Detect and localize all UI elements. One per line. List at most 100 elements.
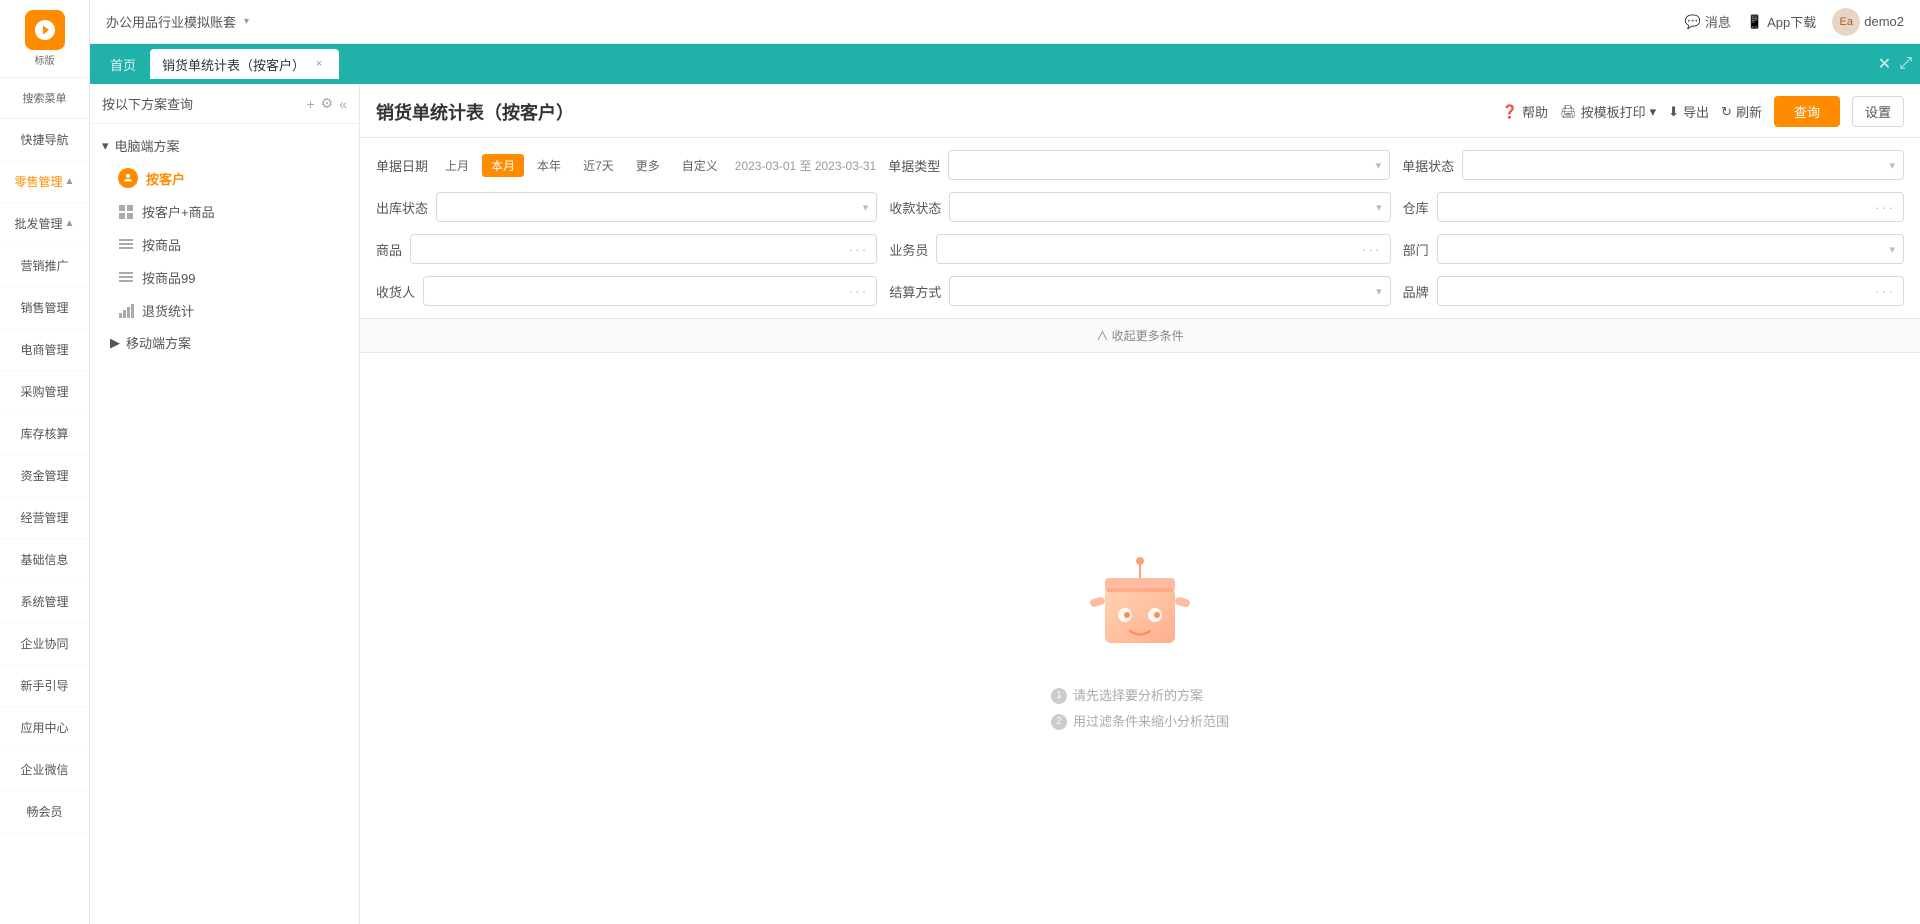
settlement-select[interactable]: ▾ (949, 276, 1390, 306)
page-header: 销货单统计表（按客户） ❓ 帮助 🖨 按模板打印 ▾ ⬇ 导出 (360, 84, 1920, 138)
date-tab-custom[interactable]: 自定义 (673, 154, 727, 177)
date-tab-7days[interactable]: 近7天 (574, 154, 623, 177)
page-title: 销货单统计表（按客户） (376, 99, 574, 125)
wholesale-arrow: ▲ (65, 218, 75, 229)
empty-tip-2-text: 用过滤条件来缩小分析范围 (1073, 709, 1229, 735)
date-tab-this-year[interactable]: 本年 (528, 154, 570, 177)
sidebar-item-operations[interactable]: 经营管理 (0, 497, 89, 539)
tree-item-by-goods99[interactable]: 按商品99 (90, 261, 359, 294)
out-status-chevron: ▾ (863, 201, 869, 214)
date-tab-this-month[interactable]: 本月 (482, 154, 524, 177)
order-type-select[interactable]: ▾ (948, 150, 1390, 180)
search-menu-button[interactable]: 搜索菜单 (15, 86, 75, 110)
customer-icon (118, 168, 138, 188)
receiver-select[interactable]: ··· (423, 276, 877, 306)
download-icon: 📱 (1747, 14, 1763, 30)
collapse-filter-label: ∧ 收起更多条件 (1096, 329, 1183, 343)
message-icon: 💬 (1685, 14, 1701, 30)
warehouse-select[interactable]: ··· (1437, 192, 1904, 222)
date-label: 单据日期 (376, 156, 428, 175)
goods-select[interactable]: ··· (410, 234, 877, 264)
refresh-button[interactable]: ↻ 刷新 (1721, 102, 1762, 121)
tab-sales-stats[interactable]: 销货单统计表（按客户） × (150, 49, 339, 79)
mobile-group-header[interactable]: ▶ 移动端方案 (90, 327, 359, 358)
settlement-label: 结算方式 (889, 282, 941, 301)
sidebar-item-member[interactable]: 畅会员 (0, 791, 89, 833)
main-area: 办公用品行业模拟账套 ▾ 💬 消息 📱 App下载 Ea demo2 首页 (90, 0, 1920, 924)
header-title: 办公用品行业模拟账套 (106, 12, 236, 31)
brand-select[interactable]: ··· (1437, 276, 1904, 306)
order-status-select[interactable]: ▾ (1462, 150, 1904, 180)
tree-item-by-goods[interactable]: 按商品 (90, 228, 359, 261)
date-tab-more[interactable]: 更多 (627, 154, 669, 177)
close-window-icon[interactable]: ✕ (1878, 54, 1891, 74)
retail-arrow: ▲ (65, 176, 75, 187)
print-label: 按模板打印 (1581, 102, 1646, 121)
content-area: 按以下方案查询 + ⚙ « ▾ 电脑端方案 (90, 84, 1920, 924)
sidebar-item-purchase[interactable]: 采购管理 (0, 371, 89, 413)
sidebar-item-inventory[interactable]: 库存核算 (0, 413, 89, 455)
collection-status-label: 收款状态 (889, 198, 941, 217)
settlement-chevron: ▾ (1376, 285, 1382, 298)
desktop-group-header[interactable]: ▾ 电脑端方案 (90, 130, 359, 161)
user-avatar-text: Ea (1840, 16, 1853, 28)
sidebar-item-wholesale[interactable]: 批发管理 ▲ (0, 203, 89, 245)
collapse-filter-bar[interactable]: ∧ 收起更多条件 (360, 319, 1920, 353)
tree-item-by-customer-label: 按客户 (146, 169, 185, 188)
sidebar-item-retail[interactable]: 零售管理 ▲ (0, 161, 89, 203)
sidebar-item-quicknav[interactable]: 快捷导航 (0, 119, 89, 161)
sidebar-item-sales[interactable]: 销售管理 (0, 287, 89, 329)
sidebar-search[interactable]: 搜索菜单 (0, 78, 89, 119)
date-filter-cell: 单据日期 上月 本月 本年 近7天 更多 自定义 2023-03-01 至 20… (376, 154, 876, 177)
sidebar-item-ecommerce[interactable]: 电商管理 (0, 329, 89, 371)
department-select[interactable]: ▾ (1437, 234, 1904, 264)
mobile-group-label: 移动端方案 (126, 333, 191, 352)
settlement-cell: 结算方式 ▾ (889, 276, 1390, 306)
sidebar-item-basic[interactable]: 基础信息 (0, 539, 89, 581)
collection-status-chevron: ▾ (1376, 201, 1382, 214)
tip-num-1: 1 (1051, 688, 1067, 704)
sidebar-item-newbie[interactable]: 新手引导 (0, 665, 89, 707)
header-title-dropdown[interactable]: ▾ (244, 16, 249, 27)
tree-item-by-customer[interactable]: 按客户 (90, 161, 359, 195)
sidebar-logo: 标版 (0, 0, 89, 78)
receiver-label: 收货人 (376, 282, 415, 301)
collection-status-select[interactable]: ▾ (949, 192, 1390, 222)
filter-settings-button[interactable]: 设置 (1852, 96, 1904, 127)
app-download-button[interactable]: 📱 App下载 (1747, 12, 1816, 31)
empty-tip-2: 2 用过滤条件来缩小分析范围 (1051, 709, 1229, 735)
left-panel-title: 按以下方案查询 (102, 94, 193, 113)
header-right: 💬 消息 📱 App下载 Ea demo2 (1685, 8, 1904, 36)
tree-item-by-goods99-label: 按商品99 (142, 268, 195, 287)
print-dropdown-icon[interactable]: ▾ (1650, 104, 1657, 120)
sidebar-item-system[interactable]: 系统管理 (0, 581, 89, 623)
message-button[interactable]: 💬 消息 (1685, 12, 1731, 31)
export-icon: ⬇ (1668, 104, 1679, 120)
sidebar-item-wechat[interactable]: 企业微信 (0, 749, 89, 791)
print-button[interactable]: 🖨 按模板打印 ▾ (1560, 102, 1656, 121)
maximize-window-icon[interactable]: ⤢ (1899, 55, 1912, 73)
user-avatar: Ea (1832, 8, 1860, 36)
tab-bar: 首页 销货单统计表（按客户） × ✕ ⤢ (90, 44, 1920, 84)
date-tab-last-month[interactable]: 上月 (436, 154, 478, 177)
salesman-select[interactable]: ··· (936, 234, 1390, 264)
sidebar-item-enterprise[interactable]: 企业协同 (0, 623, 89, 665)
tab-home[interactable]: 首页 (98, 49, 148, 79)
tab-close-button[interactable]: × (311, 56, 327, 72)
query-button[interactable]: 查询 (1774, 96, 1840, 127)
settings-scheme-button[interactable]: ⚙ (321, 95, 334, 112)
tree-item-return-stats-label: 退货统计 (142, 301, 194, 320)
tree-item-by-customer-goods[interactable]: 按客户+商品 (90, 195, 359, 228)
out-status-select[interactable]: ▾ (436, 192, 877, 222)
collapse-panel-button[interactable]: « (339, 96, 347, 112)
help-button[interactable]: ❓ 帮助 (1502, 102, 1548, 121)
export-button[interactable]: ⬇ 导出 (1668, 102, 1709, 121)
sidebar-item-marketing[interactable]: 营销推广 (0, 245, 89, 287)
sidebar-item-finance[interactable]: 资金管理 (0, 455, 89, 497)
add-scheme-button[interactable]: + (306, 96, 314, 112)
user-menu[interactable]: Ea demo2 (1832, 8, 1904, 36)
sidebar-item-appcenter[interactable]: 应用中心 (0, 707, 89, 749)
tree-item-return-stats[interactable]: 退货统计 (90, 294, 359, 327)
top-header: 办公用品行业模拟账套 ▾ 💬 消息 📱 App下载 Ea demo2 (90, 0, 1920, 44)
left-panel-header: 按以下方案查询 + ⚙ « (90, 84, 359, 124)
